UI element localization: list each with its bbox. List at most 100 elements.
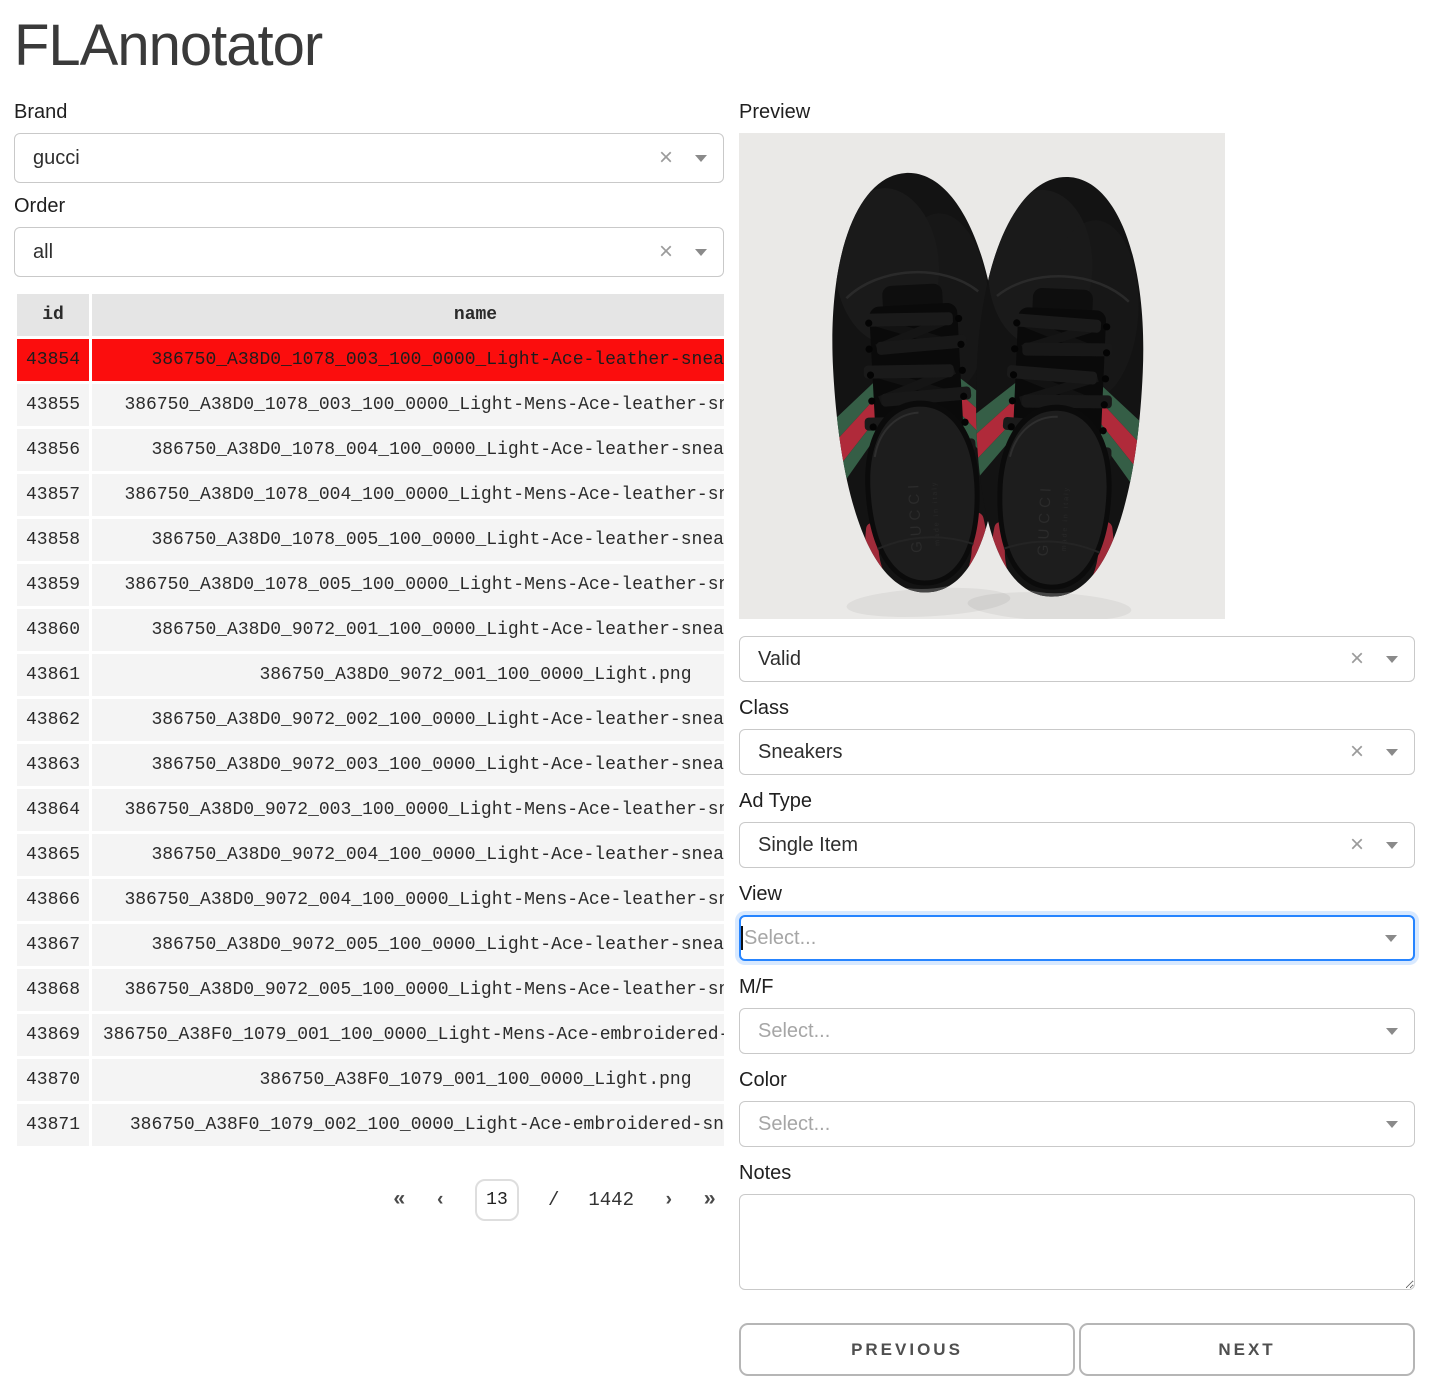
view-select[interactable]: Select... <box>739 915 1415 961</box>
table-row[interactable]: 43857 386750_A38D0_1078_004_100_0000_Ligh… <box>17 474 724 516</box>
previous-item-button[interactable]: PREVIOUS <box>739 1323 1075 1376</box>
row-id-cell: 43869 <box>17 1014 89 1056</box>
class-dropdown-arrow-icon[interactable] <box>1386 748 1398 756</box>
ad-type-clear-icon[interactable]: × <box>1350 833 1364 857</box>
ad-type-dropdown-arrow-icon[interactable] <box>1386 841 1398 849</box>
order-select[interactable]: all × <box>14 227 724 277</box>
order-select-value: all <box>33 240 54 263</box>
file-table: id name 43854 386750_A38D0_1078_003_100_0… <box>14 291 724 1149</box>
row-id-cell: 43860 <box>17 609 89 651</box>
color-label: Color <box>739 1069 787 1091</box>
class-select-value: Sneakers <box>758 740 843 763</box>
row-name-cell: 386750_A38D0_1078_005_100_0000_Light-Ace… <box>92 519 724 561</box>
order-clear-icon[interactable]: × <box>659 240 673 264</box>
mf-select[interactable]: Select... <box>739 1008 1415 1054</box>
valid-clear-icon[interactable]: × <box>1350 647 1364 671</box>
row-id-cell: 43864 <box>17 789 89 831</box>
row-id-cell: 43865 <box>17 834 89 876</box>
row-name-cell: 386750_A38D0_9072_005_100_0000_Light-Men… <box>92 969 724 1011</box>
next-item-button[interactable]: NEXT <box>1079 1323 1415 1376</box>
page-separator: / <box>547 1189 560 1211</box>
total-pages: 1442 <box>588 1189 634 1211</box>
row-name-cell: 386750_A38D0_9072_001_100_0000_Light.png <box>92 654 724 696</box>
previous-page-button[interactable]: ‹ <box>435 1189 446 1211</box>
preview-label: Preview <box>739 101 811 123</box>
row-name-cell: 386750_A38D0_1078_003_100_0000_Light-Men… <box>92 384 724 426</box>
row-name-cell: 386750_A38F0_1079_001_100_0000_Light-Men… <box>92 1014 724 1056</box>
brand-dropdown-arrow-icon[interactable] <box>695 154 707 162</box>
table-row[interactable]: 43866 386750_A38D0_9072_004_100_0000_Ligh… <box>17 879 724 921</box>
table-row[interactable]: 43871 386750_A38F0_1079_002_100_0000_Ligh… <box>17 1104 724 1146</box>
mf-dropdown-arrow-icon[interactable] <box>1386 1027 1398 1035</box>
table-body: 43854 386750_A38D0_1078_003_100_0000_Ligh… <box>17 339 724 1146</box>
next-page-button[interactable]: › <box>663 1189 674 1211</box>
color-select[interactable]: Select... <box>739 1101 1415 1147</box>
pagination: « ‹ / 1442 › » <box>393 1179 716 1221</box>
first-page-button[interactable]: « <box>393 1189 406 1212</box>
table-row[interactable]: 43855 386750_A38D0_1078_003_100_0000_Ligh… <box>17 384 724 426</box>
row-id-cell: 43870 <box>17 1059 89 1101</box>
file-list-panel: Brand gucci × Order all × id name 43854 … <box>14 101 724 1221</box>
brand-select-value: gucci <box>33 146 80 169</box>
color-select-placeholder: Select... <box>758 1112 831 1135</box>
ad-type-select-value: Single Item <box>758 833 859 856</box>
class-clear-icon[interactable]: × <box>1350 740 1364 764</box>
table-row[interactable]: 43863 386750_A38D0_9072_003_100_0000_Ligh… <box>17 744 724 786</box>
table-row[interactable]: 43860 386750_A38D0_9072_001_100_0000_Ligh… <box>17 609 724 651</box>
table-row[interactable]: 43867 386750_A38D0_9072_005_100_0000_Ligh… <box>17 924 724 966</box>
row-id-cell: 43857 <box>17 474 89 516</box>
table-row[interactable]: 43864 386750_A38D0_9072_003_100_0000_Ligh… <box>17 789 724 831</box>
row-id-cell: 43863 <box>17 744 89 786</box>
row-name-cell: 386750_A38D0_9072_005_100_0000_Light-Ace… <box>92 924 724 966</box>
table-row[interactable]: 43859 386750_A38D0_1078_005_100_0000_Ligh… <box>17 564 724 606</box>
column-header-id: id <box>17 294 89 336</box>
row-name-cell: 386750_A38D0_1078_004_100_0000_Light-Ace… <box>92 429 724 471</box>
table-row[interactable]: 43861 386750_A38D0_9072_001_100_0000_Ligh… <box>17 654 724 696</box>
valid-select[interactable]: Valid × <box>739 636 1415 682</box>
mf-select-placeholder: Select... <box>758 1019 831 1042</box>
brand-select[interactable]: gucci × <box>14 133 724 183</box>
row-id-cell: 43859 <box>17 564 89 606</box>
app-title: FLAnnotator <box>14 13 323 78</box>
table-row[interactable]: 43870 386750_A38F0_1079_001_100_0000_Ligh… <box>17 1059 724 1101</box>
row-id-cell: 43871 <box>17 1104 89 1146</box>
table-row[interactable]: 43858 386750_A38D0_1078_005_100_0000_Ligh… <box>17 519 724 561</box>
notes-label: Notes <box>739 1162 792 1184</box>
table-row[interactable]: 43854 386750_A38D0_1078_003_100_0000_Ligh… <box>17 339 724 381</box>
order-dropdown-arrow-icon[interactable] <box>695 248 707 256</box>
row-name-cell: 386750_A38D0_9072_003_100_0000_Light-Ace… <box>92 744 724 786</box>
text-cursor <box>741 926 743 950</box>
table-header-row: id name <box>17 294 724 336</box>
row-name-cell: 386750_A38F0_1079_002_100_0000_Light-Ace… <box>92 1104 724 1146</box>
table-row[interactable]: 43862 386750_A38D0_9072_002_100_0000_Ligh… <box>17 699 724 741</box>
row-name-cell: 386750_A38D0_9072_001_100_0000_Light-Ace… <box>92 609 724 651</box>
row-name-cell: 386750_A38D0_1078_004_100_0000_Light-Men… <box>92 474 724 516</box>
color-dropdown-arrow-icon[interactable] <box>1386 1120 1398 1128</box>
view-dropdown-arrow-icon[interactable] <box>1385 934 1397 942</box>
row-id-cell: 43858 <box>17 519 89 561</box>
row-id-cell: 43855 <box>17 384 89 426</box>
table-row[interactable]: 43869 386750_A38F0_1079_001_100_0000_Ligh… <box>17 1014 724 1056</box>
row-name-cell: 386750_A38D0_9072_004_100_0000_Light-Ace… <box>92 834 724 876</box>
valid-select-value: Valid <box>758 647 801 670</box>
last-page-button[interactable]: » <box>703 1189 716 1212</box>
mf-label: M/F <box>739 976 774 998</box>
notes-textarea[interactable] <box>739 1194 1415 1290</box>
view-label: View <box>739 883 782 905</box>
class-select[interactable]: Sneakers × <box>739 729 1415 775</box>
page-number-input[interactable] <box>474 1179 519 1221</box>
table-row[interactable]: 43865 386750_A38D0_9072_004_100_0000_Ligh… <box>17 834 724 876</box>
row-name-cell: 386750_A38D0_1078_005_100_0000_Light-Men… <box>92 564 724 606</box>
brand-label: Brand <box>14 101 68 123</box>
valid-dropdown-arrow-icon[interactable] <box>1386 655 1398 663</box>
order-label: Order <box>14 195 66 217</box>
annotation-panel: Preview Valid × Class Sneakers × Ad Type… <box>739 101 1415 1376</box>
row-id-cell: 43862 <box>17 699 89 741</box>
row-name-cell: 386750_A38D0_9072_004_100_0000_Light-Men… <box>92 879 724 921</box>
table-row[interactable]: 43856 386750_A38D0_1078_004_100_0000_Ligh… <box>17 429 724 471</box>
table-row[interactable]: 43868 386750_A38D0_9072_005_100_0000_Ligh… <box>17 969 724 1011</box>
brand-clear-icon[interactable]: × <box>659 146 673 170</box>
ad-type-select[interactable]: Single Item × <box>739 822 1415 868</box>
row-id-cell: 43854 <box>17 339 89 381</box>
column-header-name: name <box>92 294 724 336</box>
